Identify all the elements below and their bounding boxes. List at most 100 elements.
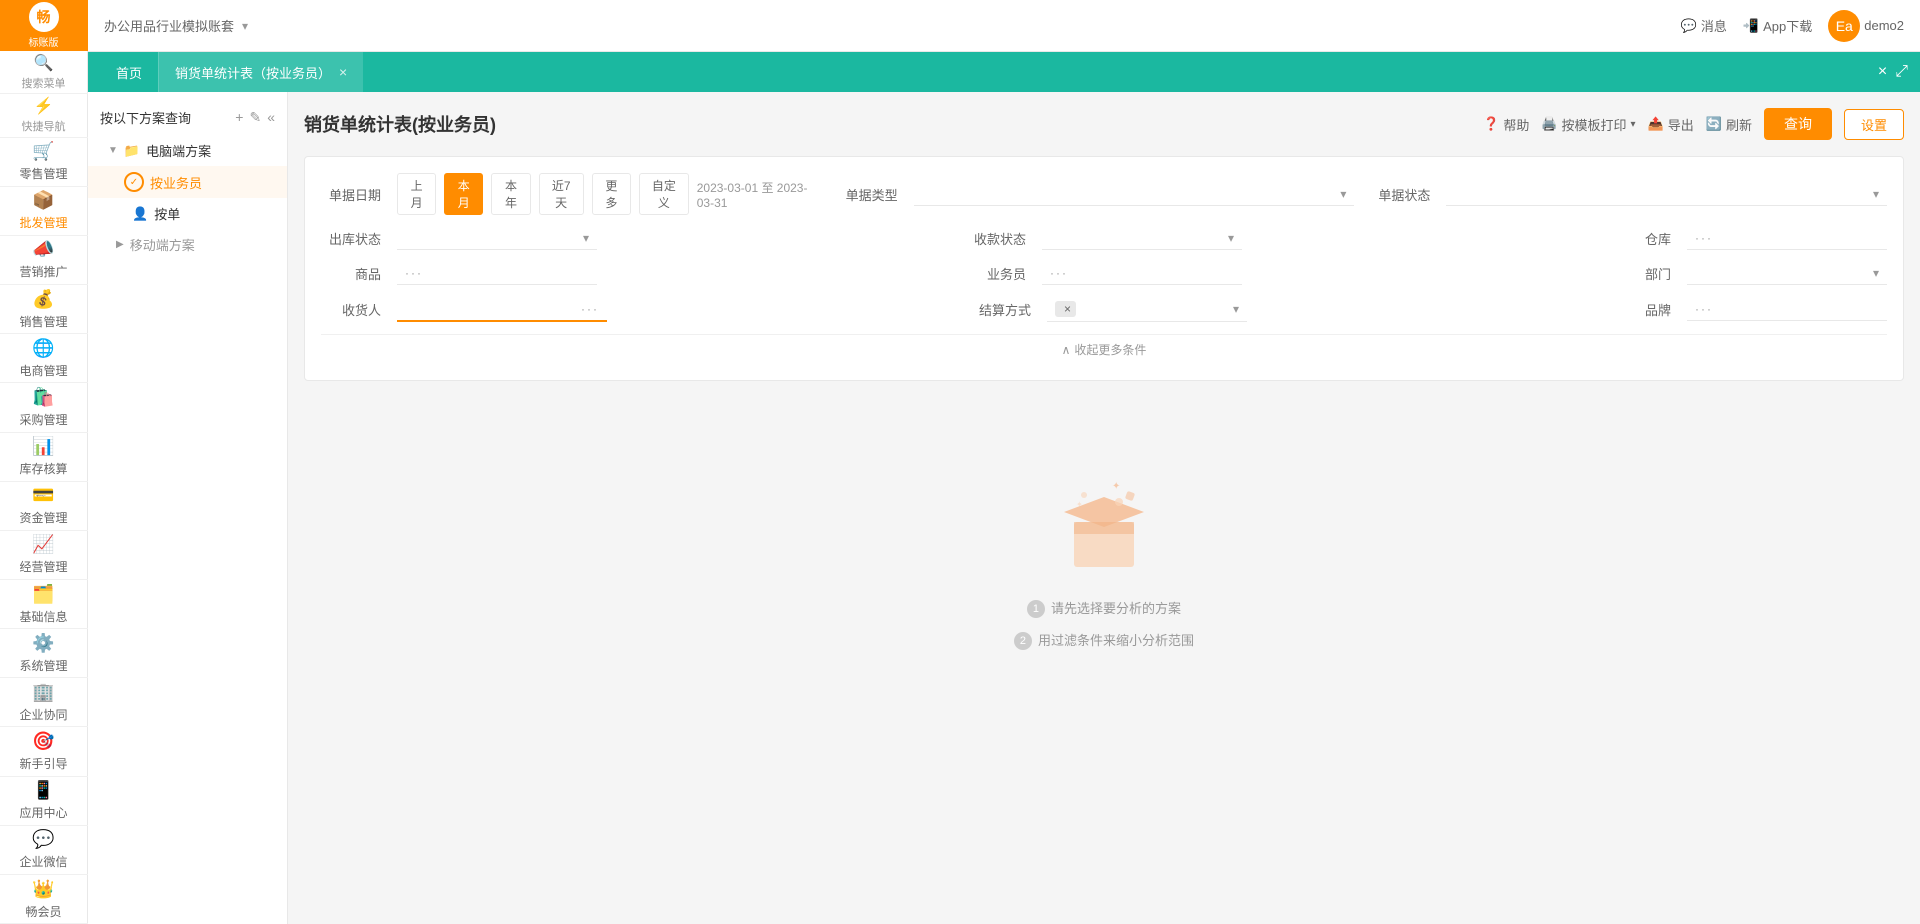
collapse-panel-btn[interactable]: « <box>267 109 275 126</box>
sidebar-item-retail[interactable]: 🛒 零售管理 <box>0 138 88 187</box>
message-btn[interactable]: 💬 消息 <box>1681 16 1727 35</box>
sidebar: 畅 标账版 🔍 搜索菜单 ⚡ 快捷导航 🛒 零售管理 📦 批发管理 📣 营销推广… <box>0 0 88 924</box>
download-icon: 📲 <box>1743 18 1759 34</box>
department-select[interactable]: ▾ <box>1687 262 1887 285</box>
tree-pc-group[interactable]: ▼ 📁 电脑端方案 <box>88 135 287 166</box>
refresh-btn[interactable]: 🔄 刷新 <box>1706 115 1752 134</box>
filter-section: 单据日期 上月 本月 本年 近7天 更多 自定义 2023-03-01 至 20… <box>304 156 1904 381</box>
appstore-icon: 📱 <box>32 780 54 801</box>
sidebar-item-marketing[interactable]: 📣 营销推广 <box>0 236 88 285</box>
salesperson-select[interactable]: ··· <box>1042 262 1242 285</box>
settlement-clear-x[interactable]: × <box>1064 302 1071 316</box>
settings-button[interactable]: 设置 <box>1844 109 1904 140</box>
refresh-icon: 🔄 <box>1706 116 1722 132</box>
receiver-label: 收货人 <box>321 300 381 319</box>
tree-item-by-salesperson[interactable]: ✓ 按业务员 <box>88 166 287 198</box>
date-btn-last-month[interactable]: 上月 <box>397 173 436 215</box>
empty-text: 1 请先选择要分析的方案 2 用过滤条件来缩小分析范围 <box>1014 596 1194 654</box>
breadcrumb-dropdown-icon[interactable]: ▾ <box>242 19 248 33</box>
sidebar-quick-nav[interactable]: ⚡ 快捷导航 <box>0 94 88 137</box>
system-icon: ⚙️ <box>32 633 54 654</box>
date-btn-more[interactable]: 更多 <box>592 173 631 215</box>
sidebar-item-finance[interactable]: 💳 资金管理 <box>0 482 88 531</box>
export-btn[interactable]: 📤 导出 <box>1648 115 1694 134</box>
corp-icon: 🏢 <box>32 682 54 703</box>
print-btn[interactable]: 🖨️ 按模板打印 ▾ <box>1541 115 1635 134</box>
logo-text: 标账版 <box>29 34 59 49</box>
sidebar-item-ecommerce[interactable]: 🌐 电商管理 <box>0 334 88 383</box>
doc-status-arrow: ▾ <box>1873 187 1879 201</box>
main-area: 办公用品行业模拟账套 ▾ 💬 消息 📲 App下载 Ea demo2 首页 <box>88 0 1920 924</box>
pc-group-arrow: ▼ <box>108 145 118 156</box>
sidebar-item-member[interactable]: 👑 畅会员 <box>0 875 88 924</box>
settlement-label: 结算方式 <box>971 300 1031 319</box>
product-select[interactable]: ··· <box>397 262 597 285</box>
tree-item-by-order[interactable]: 👤 按单 <box>88 198 287 229</box>
sidebar-item-system[interactable]: ⚙️ 系统管理 <box>0 629 88 678</box>
tab-close-btn[interactable]: × <box>339 64 347 80</box>
sidebar-item-corp[interactable]: 🏢 企业协同 <box>0 678 88 727</box>
sidebar-item-wechat[interactable]: 💬 企业微信 <box>0 826 88 875</box>
sidebar-item-wholesale[interactable]: 📦 批发管理 <box>0 187 88 236</box>
guide-icon: 🎯 <box>32 731 54 752</box>
salesperson-dots: ··· <box>1050 266 1068 280</box>
doc-type-select[interactable]: ▾ <box>914 183 1355 206</box>
app-download-btn[interactable]: 📲 App下载 <box>1743 16 1812 35</box>
date-btn-this-month[interactable]: 本月 <box>444 173 483 215</box>
date-btn-last-7-days[interactable]: 近7天 <box>539 173 584 215</box>
receiver-input-wrapper: ··· <box>397 297 607 322</box>
sales-icon: 💰 <box>32 289 54 310</box>
tab-active[interactable]: 销货单统计表（按业务员） × <box>159 52 363 92</box>
logo[interactable]: 畅 标账版 <box>0 0 88 51</box>
out-status-arrow: ▾ <box>583 231 589 245</box>
out-status-select[interactable]: ▾ <box>397 227 597 250</box>
purchase-icon: 🛍️ <box>32 387 54 408</box>
date-btn-this-year[interactable]: 本年 <box>491 173 530 215</box>
edit-scheme-btn[interactable]: ✎ <box>249 109 261 126</box>
tree-mobile-group[interactable]: ▶ 移动端方案 <box>88 229 287 260</box>
empty-box-svg: ✦ ✦ <box>1054 477 1154 577</box>
sidebar-item-sales[interactable]: 💰 销售管理 <box>0 285 88 334</box>
date-btn-custom[interactable]: 自定义 <box>639 173 689 215</box>
query-button[interactable]: 查询 <box>1764 108 1832 140</box>
receiver-dots: ··· <box>581 302 599 316</box>
sidebar-item-inventory[interactable]: 📊 库存核算 <box>0 433 88 482</box>
doc-status-select[interactable]: ▾ <box>1446 183 1887 206</box>
user-avatar[interactable]: Ea demo2 <box>1828 10 1904 42</box>
sidebar-item-purchase[interactable]: 🛍️ 采购管理 <box>0 383 88 432</box>
settlement-select[interactable]: × ▾ <box>1047 297 1247 322</box>
mobile-group-arrow: ▶ <box>116 239 124 250</box>
svg-text:✦: ✦ <box>1112 481 1120 492</box>
header-right: 💬 消息 📲 App下载 Ea demo2 <box>1681 10 1904 42</box>
warehouse-select[interactable]: ··· <box>1687 227 1887 250</box>
sidebar-item-guide[interactable]: 🎯 新手引导 <box>0 727 88 776</box>
brand-select[interactable]: ··· <box>1687 298 1887 321</box>
product-label: 商品 <box>321 264 381 283</box>
sidebar-search[interactable]: 🔍 搜索菜单 <box>0 51 88 94</box>
collapse-filter-btn[interactable]: ∧ 收起更多条件 <box>321 335 1887 364</box>
sidebar-item-basic[interactable]: 🗂️ 基础信息 <box>0 580 88 629</box>
tab-home[interactable]: 首页 <box>100 52 159 92</box>
operations-icon: 📈 <box>32 534 54 555</box>
print-dropdown-icon[interactable]: ▾ <box>1631 119 1636 130</box>
page-title: 销货单统计表(按业务员) <box>304 111 496 137</box>
finance-icon: 💳 <box>32 485 54 506</box>
sidebar-item-appstore[interactable]: 📱 应用中心 <box>0 777 88 826</box>
left-panel: 按以下方案查询 + ✎ « ▼ 📁 电脑端方案 ✓ 按业务员 👤 按单 <box>88 92 288 924</box>
brand-dots: ··· <box>1695 302 1713 316</box>
left-panel-actions: + ✎ « <box>235 109 275 126</box>
avatar-img: Ea <box>1828 10 1860 42</box>
wholesale-icon: 📦 <box>32 190 54 211</box>
tab-minimize-btn[interactable]: × <box>1878 63 1887 81</box>
receiver-input[interactable] <box>405 301 581 316</box>
date-range-display: 2023-03-01 至 2023-03-31 <box>697 179 822 210</box>
tab-maximize-btn[interactable]: ⤢ <box>1895 63 1908 81</box>
active-indicator: ✓ <box>124 172 144 192</box>
doc-type-label: 单据类型 <box>838 185 898 204</box>
page-title-bar: 销货单统计表(按业务员) ❓ 帮助 🖨️ 按模板打印 ▾ 📤 导出 <box>304 108 1904 140</box>
add-scheme-btn[interactable]: + <box>235 109 243 126</box>
payment-status-select[interactable]: ▾ <box>1042 227 1242 250</box>
sidebar-item-operations[interactable]: 📈 经营管理 <box>0 531 88 580</box>
help-btn[interactable]: ❓ 帮助 <box>1483 115 1529 134</box>
settlement-clear-btn[interactable]: × <box>1055 301 1076 317</box>
